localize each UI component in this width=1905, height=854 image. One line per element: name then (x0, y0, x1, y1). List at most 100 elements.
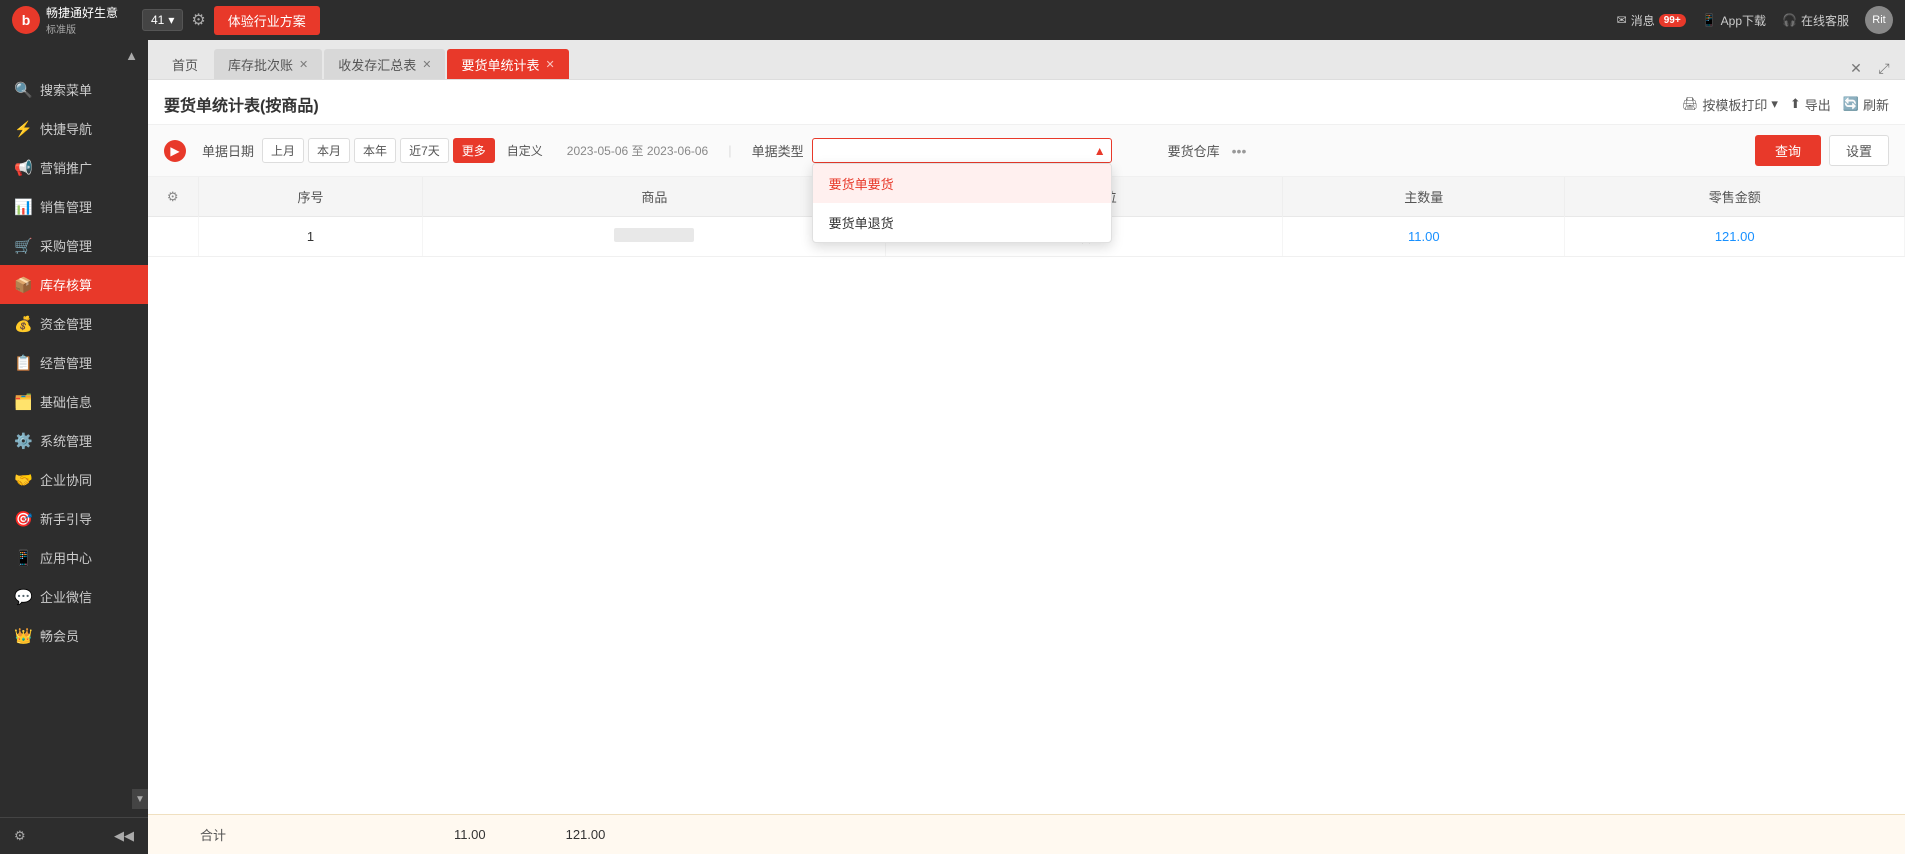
tab-receive-summary-close[interactable]: ✕ (422, 58, 431, 71)
sidebar-item-member[interactable]: 👑 畅会员 (0, 616, 148, 655)
table-footer: 合计 11.00 121.00 (148, 814, 1905, 854)
tab-receive-summary[interactable]: 收发存汇总表 ✕ (324, 49, 445, 79)
footer-amount: 121.00 (566, 827, 606, 842)
settings-icon[interactable]: ⚙ (191, 10, 205, 30)
date-range-text: 2023-05-06 至 2023-06-06 (567, 142, 708, 159)
message-badge: 99+ (1659, 14, 1686, 27)
date-filter-label: 单据日期 (202, 141, 254, 160)
sidebar-collapse-btn[interactable]: ◀◀ (114, 828, 134, 844)
purchase-icon: 🛒 (14, 237, 32, 255)
row-seq-cell: 1 (198, 217, 423, 257)
this-year-btn[interactable]: 本年 (354, 138, 396, 163)
print-dropdown-icon[interactable]: ▾ (1771, 96, 1778, 112)
this-month-btn[interactable]: 本月 (308, 138, 350, 163)
custom-btn[interactable]: 自定义 (499, 139, 551, 162)
type-filter-label: 单据类型 (752, 141, 804, 160)
sidebar-item-guide[interactable]: 🎯 新手引导 (0, 499, 148, 538)
row-amount-cell[interactable]: 121.00 (1565, 217, 1905, 257)
sidebar-bottom: ⚙ ◀◀ (0, 817, 148, 854)
expand-btn[interactable]: ▶ (164, 140, 186, 162)
online-service-item[interactable]: 🎧 在线客服 (1782, 12, 1849, 29)
sidebar-label-finance: 资金管理 (40, 314, 92, 333)
trial-button[interactable]: 体验行业方案 (214, 6, 320, 35)
settings-button[interactable]: 设置 (1829, 135, 1889, 166)
page-actions: 🖨 按模板打印 ▾ ⬆ 导出 🔄 刷新 (1682, 95, 1889, 114)
tab-home[interactable]: 首页 (158, 49, 212, 79)
sidebar-item-finance[interactable]: 💰 资金管理 (0, 304, 148, 343)
date-shortcuts: 上月 本月 本年 近7天 更多 自定义 (262, 138, 551, 163)
tab-request-stat-close[interactable]: ✕ (546, 58, 555, 71)
type-input-wrapper: ▲ 要货单要货 要货单退货 (812, 138, 1112, 163)
sidebar-settings-icon[interactable]: ⚙ (14, 828, 26, 844)
top-header: b 畅捷通好生意 标准版 41 ▾ ⚙ 体验行业方案 ✉ 消息 99+ 📱 Ap… (0, 0, 1905, 40)
app-center-icon: 📱 (14, 549, 32, 567)
message-item[interactable]: ✉ 消息 99+ (1617, 12, 1686, 29)
sidebar-item-purchase[interactable]: 🛒 采购管理 (0, 226, 148, 265)
recent-7-btn[interactable]: 近7天 (400, 138, 449, 163)
app-download-item[interactable]: 📱 App下载 (1702, 12, 1766, 29)
sidebar: ▲ 🔍 搜索菜单 ⚡ 快捷导航 📢 营销推广 📊 销售管理 🛒 采购管理 📦 库… (0, 40, 148, 854)
member-icon: 👑 (14, 627, 32, 645)
store-selector[interactable]: 41 ▾ (142, 9, 183, 31)
basic-icon: 🗂️ (14, 393, 32, 411)
tab-expand-btn[interactable]: ⤢ (1873, 57, 1895, 79)
print-action[interactable]: 🖨 按模板打印 ▾ (1682, 95, 1778, 114)
header-center: 41 ▾ ⚙ 体验行业方案 (142, 6, 1607, 35)
tab-home-label: 首页 (172, 55, 198, 74)
sidebar-item-search[interactable]: 🔍 搜索菜单 (0, 70, 148, 109)
sidebar-top-scroll[interactable]: ▲ (0, 40, 148, 70)
query-button[interactable]: 查询 (1755, 135, 1821, 166)
date-filter-group: 单据日期 上月 本月 本年 近7天 更多 自定义 (202, 138, 551, 163)
main-layout: ▲ 🔍 搜索菜单 ⚡ 快捷导航 📢 营销推广 📊 销售管理 🛒 采购管理 📦 库… (0, 40, 1905, 854)
avatar[interactable]: Rit (1865, 6, 1893, 34)
sidebar-label-quick-nav: 快捷导航 (40, 119, 92, 138)
sidebar-label-sales: 销售管理 (40, 197, 92, 216)
type-selector: 单据类型 ▲ 要货单要货 要货单退货 (752, 138, 1112, 163)
sidebar-item-operations[interactable]: 📋 经营管理 (0, 343, 148, 382)
sidebar-item-basic[interactable]: 🗂️ 基础信息 (0, 382, 148, 421)
type-dropdown-btn[interactable]: ▲ (1094, 144, 1106, 158)
sidebar-label-purchase: 采购管理 (40, 236, 92, 255)
print-icon: 🖨 (1682, 96, 1699, 112)
tab-batch-account[interactable]: 库存批次账 ✕ (214, 49, 322, 79)
finance-icon: 💰 (14, 315, 32, 333)
tab-batch-account-close[interactable]: ✕ (299, 58, 308, 71)
refresh-icon: 🔄 (1843, 96, 1859, 112)
more-btn[interactable]: 更多 (453, 138, 495, 163)
sidebar-scroll-bottom[interactable]: ▼ (132, 789, 148, 809)
warehouse-filter-label: 要货仓库 (1168, 141, 1220, 160)
filter-bar: ▶ 单据日期 上月 本月 本年 近7天 更多 自定义 2023-05-06 至 … (148, 125, 1905, 177)
tab-bar: 首页 库存批次账 ✕ 收发存汇总表 ✕ 要货单统计表 ✕ ✕ ⤢ (148, 40, 1905, 80)
sidebar-item-system[interactable]: ⚙️ 系统管理 (0, 421, 148, 460)
sidebar-item-inventory[interactable]: 📦 库存核算 (0, 265, 148, 304)
sidebar-item-marketing[interactable]: 📢 营销推广 (0, 148, 148, 187)
export-action[interactable]: ⬆ 导出 (1790, 95, 1831, 114)
service-icon: 🎧 (1782, 13, 1797, 27)
dropdown-item-request-order[interactable]: 要货单要货 (813, 164, 1111, 203)
tab-request-stat[interactable]: 要货单统计表 ✕ (447, 49, 568, 79)
message-label: 消息 (1631, 12, 1655, 29)
type-input[interactable] (812, 138, 1112, 163)
sidebar-item-quick-nav[interactable]: ⚡ 快捷导航 (0, 109, 148, 148)
refresh-action[interactable]: 🔄 刷新 (1843, 95, 1889, 114)
sidebar-label-search: 搜索菜单 (40, 80, 92, 99)
sidebar-item-wechat[interactable]: 💬 企业微信 (0, 577, 148, 616)
warehouse-dots[interactable]: ••• (1228, 141, 1251, 161)
logo-icon: b (12, 6, 40, 34)
export-icon: ⬆ (1790, 96, 1801, 112)
search-icon: 🔍 (14, 81, 32, 99)
sidebar-item-app-center[interactable]: 📱 应用中心 (0, 538, 148, 577)
page-title: 要货单统计表(按商品) (164, 92, 319, 116)
tab-request-stat-label: 要货单统计表 (461, 55, 539, 74)
sidebar-label-wechat: 企业微信 (40, 587, 92, 606)
sidebar-item-cooperation[interactable]: 🤝 企业协同 (0, 460, 148, 499)
export-label: 导出 (1805, 95, 1831, 114)
dropdown-item-request-return[interactable]: 要货单退货 (813, 203, 1111, 242)
tab-actions: ✕ ⤢ (1845, 57, 1895, 79)
last-month-btn[interactable]: 上月 (262, 138, 304, 163)
sidebar-item-sales[interactable]: 📊 销售管理 (0, 187, 148, 226)
col-settings-icon[interactable]: ⚙ (167, 189, 179, 204)
header-right: ✉ 消息 99+ 📱 App下载 🎧 在线客服 Rit (1617, 6, 1893, 34)
row-quantity-cell[interactable]: 11.00 (1283, 217, 1565, 257)
tab-close-btn[interactable]: ✕ (1845, 57, 1867, 79)
